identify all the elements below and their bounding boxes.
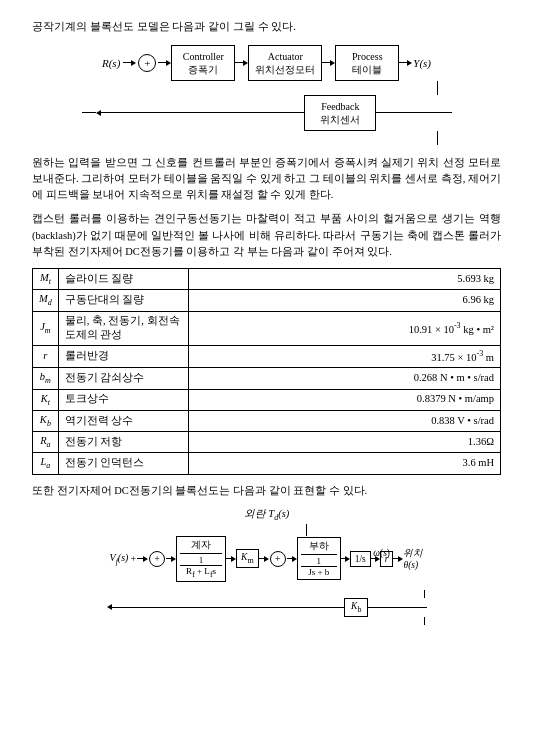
table-cell-desc: 롤러반경 [58, 346, 188, 368]
actuator-label-eng: Actuator [255, 50, 315, 63]
table-row: Kt토크상수0.8379 N • m/amp [33, 389, 501, 410]
bd2-arrow1 [137, 556, 148, 562]
arrow-to-actuator [235, 60, 248, 66]
bd2-load-top: 부하 [301, 540, 337, 553]
bd2-geoja-formula: 1 Rf + Lfs [180, 553, 222, 579]
table-cell-value: 0.268 N • m • s/rad [188, 368, 500, 389]
table-row: bm전동기 감쇠상수0.268 N • m • s/rad [33, 368, 501, 389]
table-cell-symbol: Md [33, 290, 59, 311]
table-cell-value: 31.75 × 10-3 m [188, 346, 500, 368]
bd2-arrow8 [393, 556, 403, 562]
table-cell-symbol: r [33, 346, 59, 368]
table-row: Md구동단대의 질량6.96 kg [33, 290, 501, 311]
block-diagram-2: 외란 Td(s) Vf(s) + + 계자 1 Rf + Lfs [32, 507, 501, 625]
table-cell-desc: 슬라이드 질량 [58, 269, 188, 290]
table-cell-symbol: Kt [33, 389, 59, 410]
table-cell-value: 6.96 kg [188, 290, 500, 311]
table-cell-value: 1.36Ω [188, 432, 500, 453]
input-label: R(s) [102, 57, 120, 69]
table-cell-value: 5.693 kg [188, 269, 500, 290]
controller-label-eng: Controller [178, 50, 228, 63]
table-cell-value: 0.8379 N • m/amp [188, 389, 500, 410]
arrow-to-process [322, 60, 335, 66]
bd2-arrow6 [341, 556, 350, 562]
summing-junction: + [138, 54, 156, 72]
table-row: Mt슬라이드 질량5.693 kg [33, 269, 501, 290]
actuator-label-kor: 위치선정모터 [255, 63, 315, 76]
table-cell-desc: 전동기 인덕턴스 [58, 453, 188, 474]
table-cell-value: 0.838 V • s/rad [188, 410, 500, 431]
table-row: Jm물리, 축, 전동기, 회전속도제의 관성10.91 × 10-3 kg •… [33, 311, 501, 345]
bd2-kb-box: Kb [344, 598, 368, 617]
bd2-input-label: Vf(s) [110, 552, 129, 566]
output-label: Y(s) [413, 57, 431, 69]
table-cell-symbol: Jm [33, 311, 59, 345]
table-cell-symbol: bm [33, 368, 59, 389]
controller-label-kor: 증폭기 [178, 63, 228, 76]
table-cell-symbol: Mt [33, 269, 59, 290]
table-cell-symbol: Kb [33, 410, 59, 431]
para1: 원하는 입력을 받으면 그 신호를 컨트롤러 부분인 증폭기에서 증폭시켜 실제… [32, 155, 501, 204]
bd2-arrow3 [226, 556, 236, 562]
table-cell-symbol: Ra [33, 432, 59, 453]
table-cell-value: 3.6 mH [188, 453, 500, 474]
bd2-disturbance-label: 외란 Td(s) [244, 507, 290, 522]
bd2-arrow2 [166, 556, 176, 562]
process-box: Process 테이블 [335, 45, 399, 81]
table-row: Ra전동기 저항1.36Ω [33, 432, 501, 453]
bd2-integrator-box: 1/s [350, 551, 371, 567]
table-cell-desc: 전동기 저항 [58, 432, 188, 453]
bd2-arrow7 [371, 556, 380, 562]
bd2-r-box: r [380, 551, 394, 567]
table-cell-desc: 물리, 축, 전동기, 회전속도제의 관성 [58, 311, 188, 345]
bd2-load-formula: 1 Js + b [301, 554, 337, 577]
table-row: Kb역기전력 상수0.838 V • s/rad [33, 410, 501, 431]
table-cell-desc: 전동기 감쇠상수 [58, 368, 188, 389]
table-cell-desc: 구동단대의 질량 [58, 290, 188, 311]
table-row: r롤러반경31.75 × 10-3 m [33, 346, 501, 368]
bd2-sum1: + [149, 551, 165, 567]
process-label-eng: Process [342, 50, 392, 63]
arrow-to-controller [158, 60, 171, 66]
table-cell-desc: 역기전력 상수 [58, 410, 188, 431]
bd2-main-row: Vf(s) + + 계자 1 Rf + Lfs [32, 536, 501, 582]
feedback-label-kor: 위치센서 [311, 113, 369, 126]
feedback-label-eng: Feedback [311, 100, 369, 113]
bd2-arrow4 [259, 556, 269, 562]
arrow-to-sum [123, 60, 136, 66]
process-label-kor: 테이블 [342, 63, 392, 76]
parameter-table: Mt슬라이드 질량5.693 kgMd구동단대의 질량6.96 kgJm물리, … [32, 268, 501, 475]
bd2-km-box: Km [236, 549, 259, 568]
para2: 캡스턴 롤러를 이용하는 견인구동선동기는 마찰력이 적고 부품 사이의 헐거움… [32, 211, 501, 260]
para3: 또한 전기자제어 DC전동기의 블록선도는 다음과 같이 표현할 수 있다. [32, 483, 501, 499]
bd2-load-box: 부하 1 Js + b [297, 537, 341, 580]
table-cell-value: 10.91 × 10-3 kg • m² [188, 311, 500, 345]
bd2-feedback-row: Kb [32, 590, 501, 625]
table-cell-desc: 토크상수 [58, 389, 188, 410]
table-cell-symbol: La [33, 453, 59, 474]
bd2-output-label: 위치θ(s) [403, 547, 423, 570]
actuator-box: Actuator 위치선정모터 [248, 45, 322, 81]
intro-text: 공작기계의 블록선도 모델은 다음과 같이 그릴 수 있다. [32, 18, 501, 35]
arrow-to-output [399, 60, 412, 66]
bd2-sum2: + [270, 551, 286, 567]
bd2-arrow5 [287, 556, 297, 562]
table-row: La전동기 인덕턴스3.6 mH [33, 453, 501, 474]
controller-box: Controller 증폭기 [171, 45, 235, 81]
bd2-geoja-box: 계자 1 Rf + Lfs [176, 536, 226, 582]
bd2-geoja-top: 계자 [180, 539, 222, 552]
block-diagram-1: R(s) + Controller 증폭기 Actuator 위치선정모터 [32, 45, 501, 145]
feedback-box: Feedback 위치센서 [304, 95, 376, 131]
